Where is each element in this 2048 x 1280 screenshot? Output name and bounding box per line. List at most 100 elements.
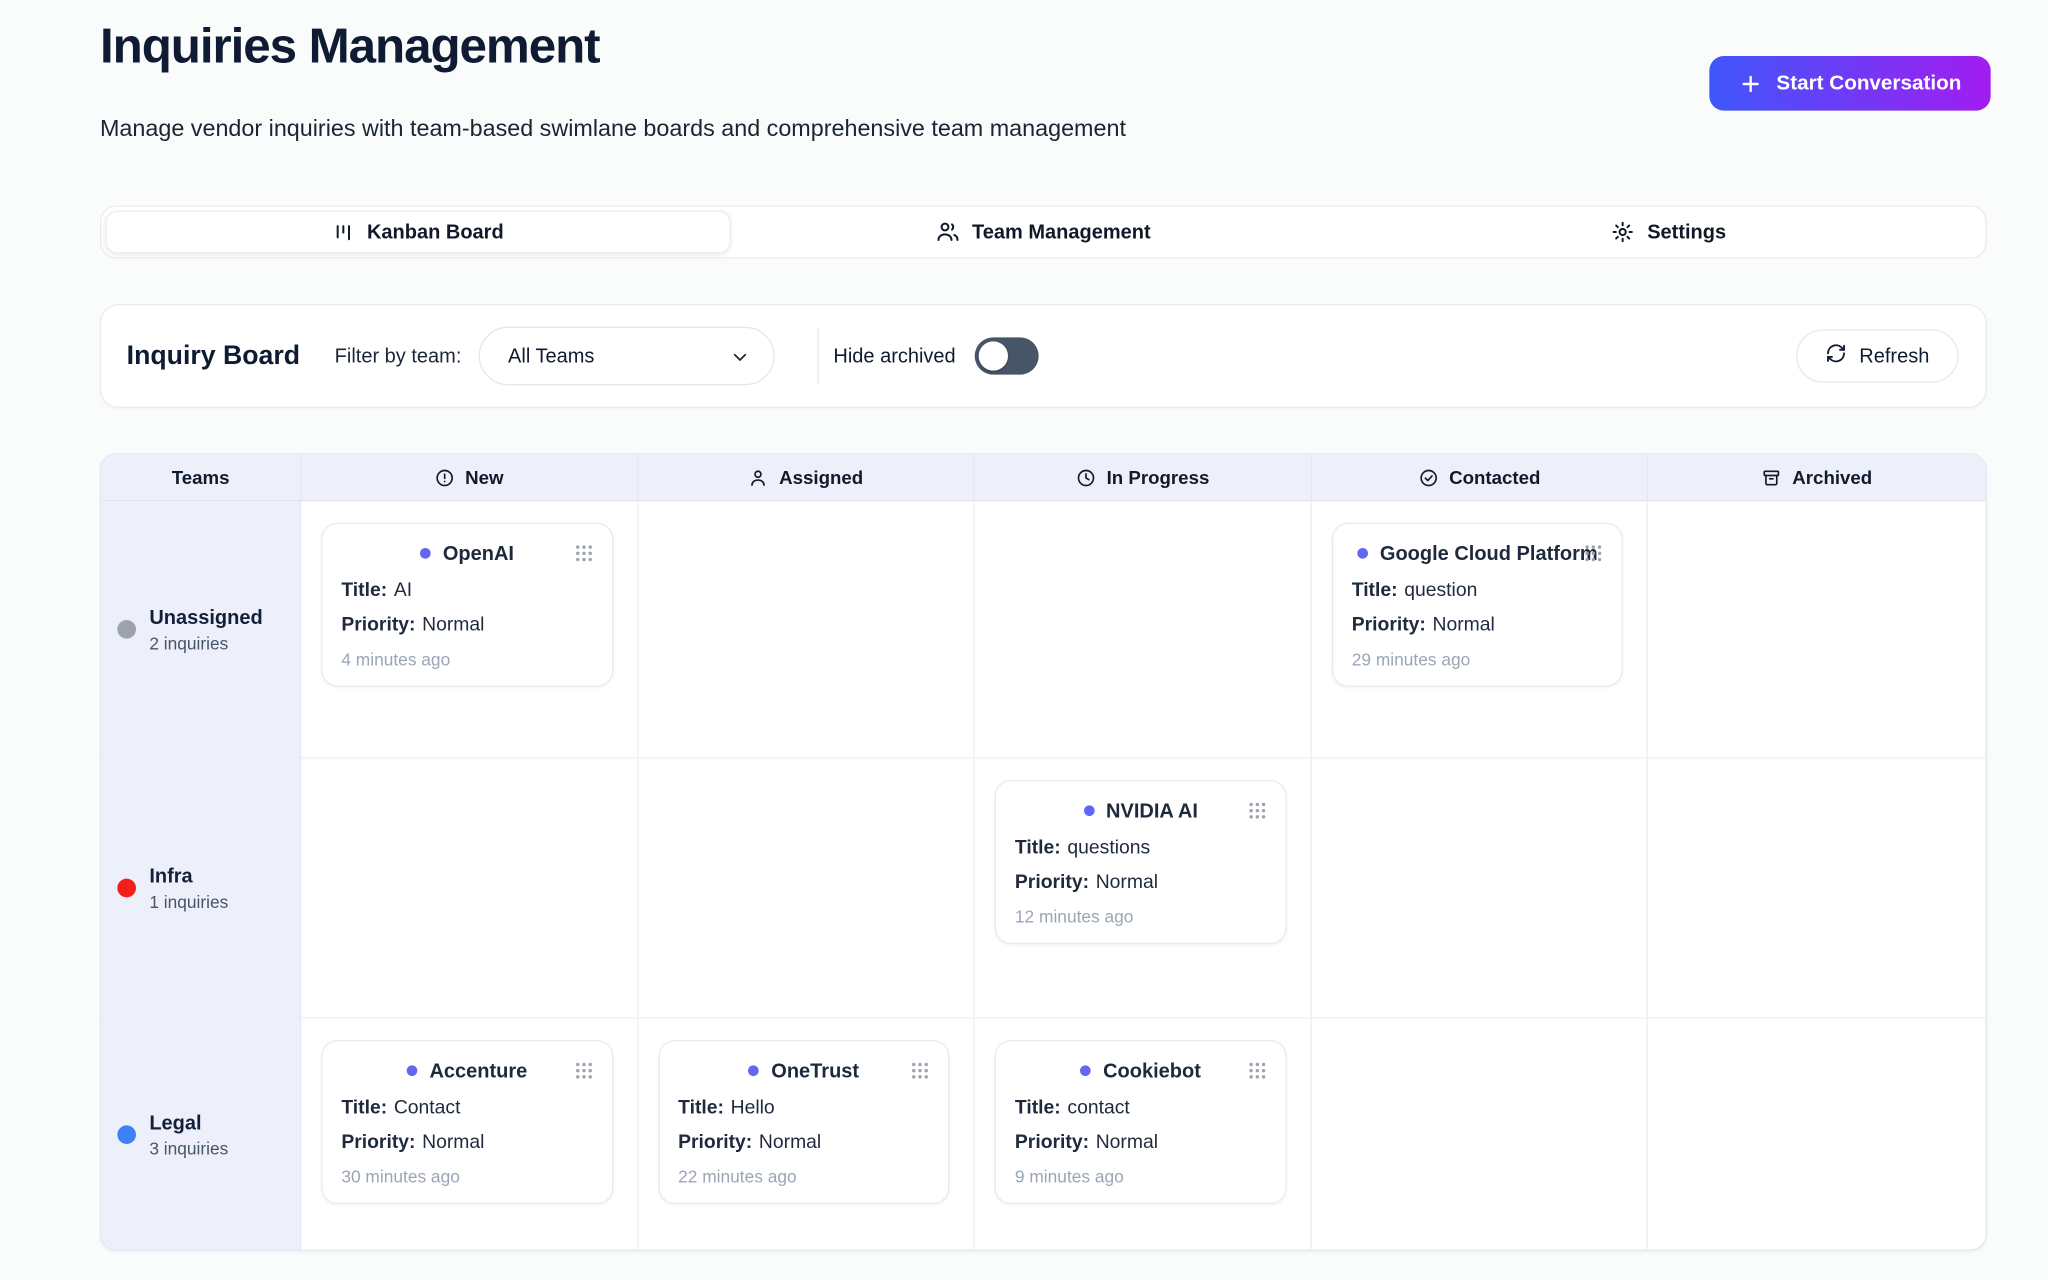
tab-label: Team Management <box>972 221 1151 244</box>
tab-kanban-board[interactable]: Kanban Board <box>105 211 730 254</box>
toggle-knob <box>978 341 1007 370</box>
board-cell-unassigned-archived <box>1649 501 1986 758</box>
column-label: Teams <box>172 467 230 488</box>
card-vendor-name: OneTrust <box>771 1059 859 1082</box>
card-vendor-name: Cookiebot <box>1103 1059 1201 1082</box>
column-label: Archived <box>1792 467 1872 488</box>
board-cell-infra-assigned <box>638 759 975 1019</box>
drag-handle-icon[interactable] <box>574 1061 593 1086</box>
column-header-new: New <box>301 455 638 502</box>
inquiry-card-onetrust[interactable]: OneTrust Title:Hello Priority:Normal 22 … <box>658 1040 949 1204</box>
tab-label: Kanban Board <box>367 221 504 244</box>
card-timestamp: 30 minutes ago <box>341 1167 592 1187</box>
column-label: Assigned <box>779 467 863 488</box>
column-header-assigned: Assigned <box>638 455 975 502</box>
column-header-archived: Archived <box>1649 455 1986 502</box>
board-title: Inquiry Board <box>127 341 300 372</box>
clock-icon <box>1076 467 1096 487</box>
filter-by-team-label: Filter by team: <box>335 345 462 368</box>
team-inquiry-count: 2 inquiries <box>149 633 262 653</box>
board-cell-infra-in-progress: NVIDIA AI Title:questions Priority:Norma… <box>975 759 1312 1019</box>
team-color-dot <box>117 1125 136 1144</box>
inquiry-card-cookiebot[interactable]: Cookiebot Title:contact Priority:Normal … <box>995 1040 1286 1204</box>
vendor-dot <box>407 1065 418 1076</box>
refresh-button[interactable]: Refresh <box>1797 329 1959 382</box>
board-cell-legal-new: Accenture Title:Contact Priority:Normal … <box>301 1019 638 1251</box>
board-cell-unassigned-in-progress <box>975 501 1312 758</box>
board-cell-unassigned-assigned <box>638 501 975 758</box>
column-header-contacted: Contacted <box>1312 455 1649 502</box>
column-label: New <box>465 467 503 488</box>
drag-handle-icon[interactable] <box>574 544 593 569</box>
team-filter-select[interactable]: All Teams <box>479 327 775 386</box>
card-vendor-name: Accenture <box>429 1059 527 1082</box>
card-priority-line: Priority:Normal <box>678 1132 929 1153</box>
inquiry-card-google-cloud-platform[interactable]: Google Cloud Platform Title:question Pri… <box>1332 523 1623 687</box>
card-timestamp: 9 minutes ago <box>1015 1167 1266 1187</box>
column-label: In Progress <box>1107 467 1210 488</box>
inquiry-card-accenture[interactable]: Accenture Title:Contact Priority:Normal … <box>321 1040 612 1204</box>
team-name: Legal <box>149 1111 228 1134</box>
page: Inquiries Management Start Conversation … <box>0 0 2048 1280</box>
archive-icon <box>1762 467 1782 487</box>
team-name: Unassigned <box>149 606 262 629</box>
drag-handle-icon[interactable] <box>1248 801 1267 826</box>
team-color-dot <box>117 620 136 639</box>
users-icon <box>936 220 960 244</box>
kanban-icon <box>332 221 355 244</box>
vendor-dot <box>1357 548 1368 559</box>
board-cell-legal-in-progress: Cookiebot Title:contact Priority:Normal … <box>975 1019 1312 1251</box>
page-title: Inquiries Management <box>100 0 1987 75</box>
team-row-legal: Legal 3 inquiries <box>101 1019 301 1251</box>
board-cell-legal-archived <box>1649 1019 1986 1251</box>
toolbar-divider <box>817 328 818 384</box>
drag-handle-icon[interactable] <box>1585 544 1604 569</box>
board-cell-infra-new <box>301 759 638 1019</box>
team-row-infra: Infra 1 inquiries <box>101 759 301 1019</box>
card-vendor-name: NVIDIA AI <box>1106 799 1198 822</box>
team-inquiry-count: 3 inquiries <box>149 1138 228 1158</box>
plus-icon <box>1739 71 1763 95</box>
tab-settings[interactable]: Settings <box>1356 211 1981 254</box>
team-name: Infra <box>149 865 228 888</box>
drag-handle-icon[interactable] <box>1248 1061 1267 1086</box>
column-label: Contacted <box>1449 467 1540 488</box>
tab-team-management[interactable]: Team Management <box>731 211 1356 254</box>
vendor-dot <box>1083 805 1094 816</box>
team-row-unassigned: Unassigned 2 inquiries <box>101 501 301 758</box>
alert-circle-icon <box>435 467 455 487</box>
board-cell-infra-archived <box>1649 759 1986 1019</box>
board-cell-legal-assigned: OneTrust Title:Hello Priority:Normal 22 … <box>638 1019 975 1251</box>
vendor-dot <box>749 1065 760 1076</box>
refresh-label: Refresh <box>1859 345 1929 368</box>
inquiry-card-openai[interactable]: OpenAI Title:AI Priority:Normal 4 minute… <box>321 523 612 687</box>
tab-bar: Kanban Board Team Management Settings <box>100 205 1987 258</box>
card-timestamp: 12 minutes ago <box>1015 907 1266 927</box>
start-conversation-button[interactable]: Start Conversation <box>1710 56 1991 111</box>
card-title-line: Title:contact <box>1015 1097 1266 1118</box>
card-title-line: Title:AI <box>341 580 592 601</box>
inquiry-board-toolbar: Inquiry Board Filter by team: All Teams … <box>100 304 1987 408</box>
card-vendor-name: Google Cloud Platform <box>1380 542 1598 565</box>
kanban-board-table: Teams New Assigned In Progress <box>100 453 1987 1250</box>
card-priority-line: Priority:Normal <box>1352 615 1603 636</box>
gear-icon <box>1611 220 1635 244</box>
refresh-icon <box>1826 343 1847 370</box>
card-priority-line: Priority:Normal <box>1015 1132 1266 1153</box>
card-timestamp: 4 minutes ago <box>341 649 592 669</box>
page-subtitle: Manage vendor inquiries with team-based … <box>100 115 1987 143</box>
tab-label: Settings <box>1647 221 1726 244</box>
hide-archived-toggle[interactable] <box>974 337 1038 374</box>
chevron-down-icon <box>729 347 750 374</box>
drag-handle-icon[interactable] <box>911 1061 930 1086</box>
inquiry-card-nvidia-ai[interactable]: NVIDIA AI Title:questions Priority:Norma… <box>995 780 1286 944</box>
board-cell-legal-contacted <box>1312 1019 1649 1251</box>
board-cell-unassigned-contacted: Google Cloud Platform Title:question Pri… <box>1312 501 1649 758</box>
vendor-dot <box>1080 1065 1091 1076</box>
card-priority-line: Priority:Normal <box>1015 872 1266 893</box>
card-vendor-name: OpenAI <box>443 542 514 565</box>
team-filter-value: All Teams <box>508 345 594 368</box>
card-priority-line: Priority:Normal <box>341 615 592 636</box>
hide-archived-label: Hide archived <box>833 345 955 368</box>
check-circle-icon <box>1418 467 1438 487</box>
